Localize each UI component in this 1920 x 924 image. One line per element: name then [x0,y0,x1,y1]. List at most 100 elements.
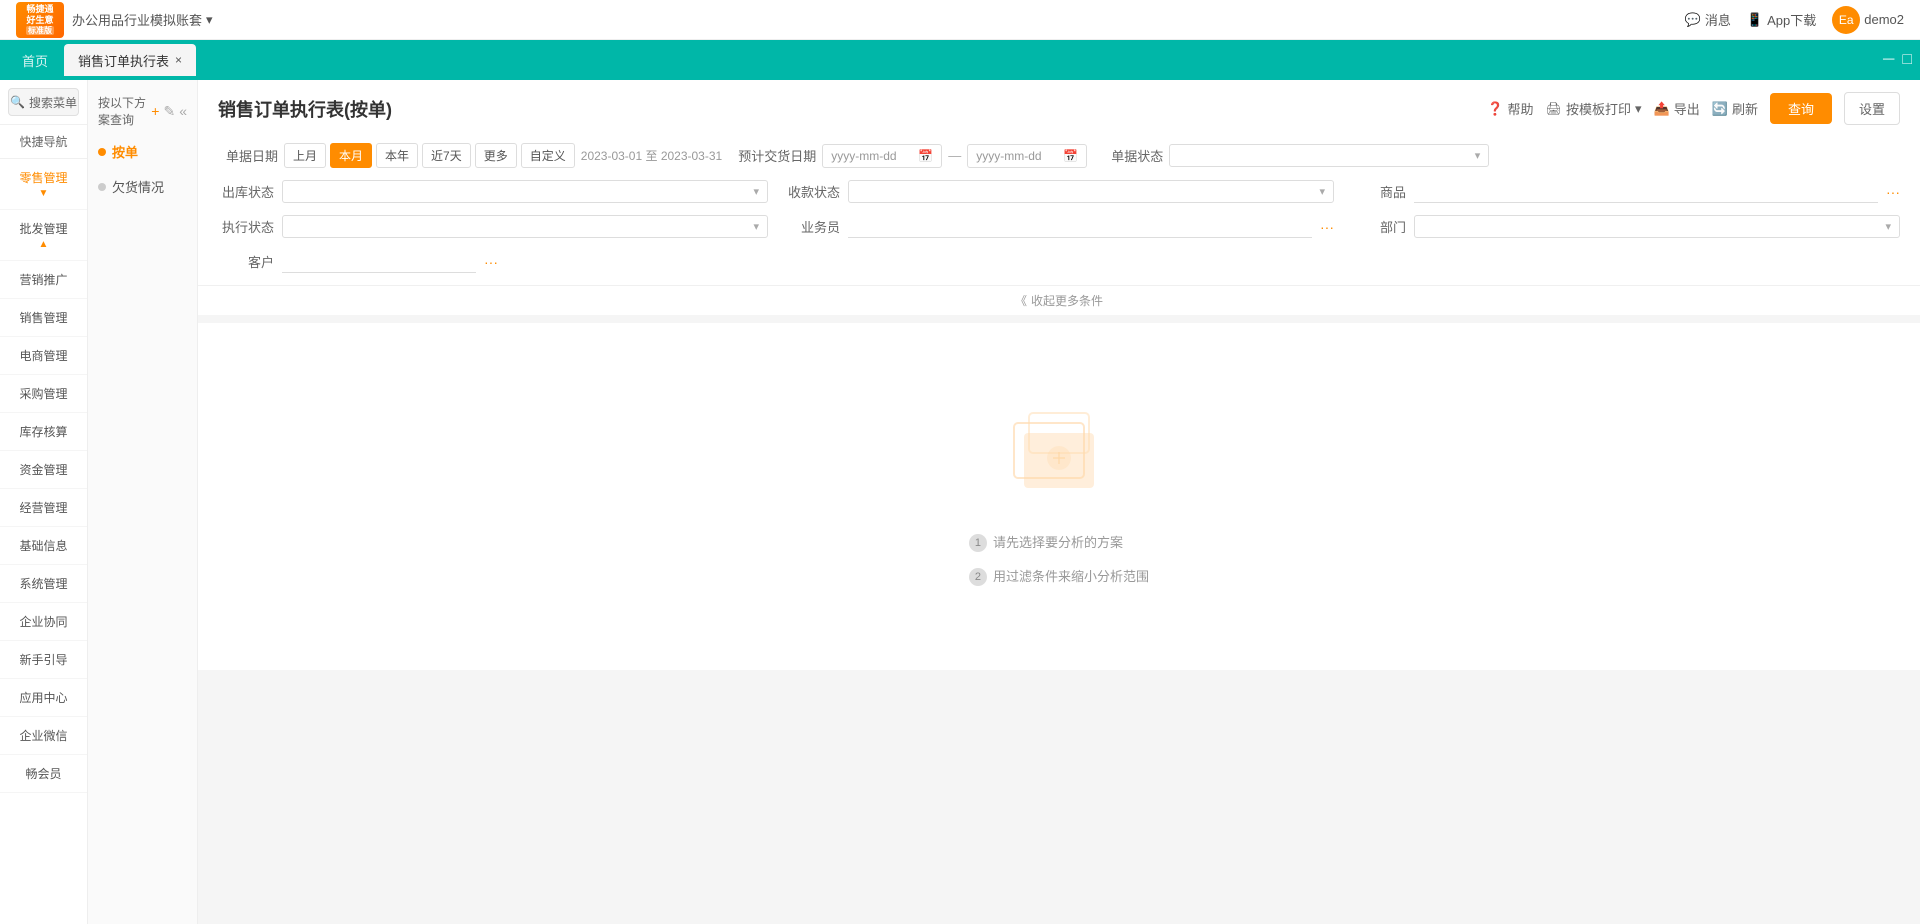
tip1-text: 请先选择要分析的方案 [993,530,1123,556]
sidebar-item-operation[interactable]: 经营管理 [0,489,87,527]
sidebar-label-sales: 销售管理 [19,309,67,326]
tab-minimize-btn[interactable]: ─ [1883,51,1894,69]
expected-date-from[interactable]: yyyy-mm-dd 📅 [822,144,942,168]
sidebar-arrow-wholesale: ▲ [39,239,49,250]
tab-close-btn[interactable]: × [175,53,182,67]
app-download-action[interactable]: 📱 App下载 [1747,10,1816,29]
sidebar-search-area: 🔍 搜索菜单 [0,80,87,125]
date-range-text: 2023-03-01 至 2023-03-31 [581,147,722,164]
status-label: 单据状态 [1103,146,1163,165]
sub-sidebar-header: 按以下方案查询 + ✎ « [88,88,197,134]
user-menu[interactable]: Ea demo2 [1832,6,1904,34]
sidebar-quick-nav[interactable]: 快捷导航 [0,125,87,159]
status-select[interactable]: ▾ [1169,144,1489,167]
sidebar-item-wholesale[interactable]: 批发管理 ▲ [0,210,87,261]
collapse-bar[interactable]: 《 收起更多条件 [198,285,1920,315]
sidebar-label-retail: 零售管理 [19,169,67,186]
collapse-label: 收起更多条件 [1031,292,1103,309]
tab-sales-order-label: 销售订单执行表 [78,51,169,70]
page-title: 销售订单执行表(按单) [218,96,392,122]
tab-bar: 首页 销售订单执行表 × ─ □ [0,40,1920,80]
sidebar-label-finance: 资金管理 [19,461,67,478]
date-btn-this-year[interactable]: 本年 [376,143,418,168]
receipt-status-select[interactable]: ▾ [848,180,1334,203]
sidebar-item-ecommerce[interactable]: 电商管理 [0,337,87,375]
salesperson-more-btn[interactable]: ··· [1320,219,1334,235]
goods-more-btn[interactable]: ··· [1886,184,1900,200]
sidebar-label-operation: 经营管理 [19,499,67,516]
delivery-status-select[interactable]: ▾ [282,180,768,203]
message-action[interactable]: 💬 消息 [1685,10,1731,29]
sidebar-search-label: 搜索菜单 [29,94,77,111]
template-print-btn[interactable]: 🖨 按模板打印 ▾ [1546,99,1642,118]
export-btn[interactable]: 📤 导出 [1654,99,1700,118]
header-right: 💬 消息 📱 App下载 Ea demo2 [1685,6,1904,34]
sidebar-label-wechat: 企业微信 [19,727,67,744]
exec-status-label: 执行状态 [218,217,274,236]
date-btn-this-month[interactable]: 本月 [330,143,372,168]
date-btn-more[interactable]: 更多 [475,143,517,168]
tab-home[interactable]: 首页 [8,44,62,76]
help-label: 帮助 [1507,99,1533,118]
exec-status-select[interactable]: ▾ [282,215,768,238]
sidebar-item-system[interactable]: 系统管理 [0,565,87,603]
date-btn-group: 上月 本月 本年 近7天 更多 自定义 [284,143,575,168]
sub-sidebar-item-debt[interactable]: 欠货情况 [88,169,197,204]
sidebar-item-inventory[interactable]: 库存核算 [0,413,87,451]
sidebar-search-btn[interactable]: 🔍 搜索菜单 [8,88,79,116]
receipt-chevron-icon: ▾ [1319,185,1325,198]
sidebar-item-enterprise[interactable]: 企业协同 [0,603,87,641]
calendar-icon-from: 📅 [918,149,933,163]
expected-date-to[interactable]: yyyy-mm-dd 📅 [967,144,1087,168]
date-btn-7days[interactable]: 近7天 [422,143,471,168]
settings-btn[interactable]: 设置 [1844,92,1900,125]
date-dash: — [948,148,961,163]
sidebar-item-marketing[interactable]: 营销推广 [0,261,87,299]
sidebar-label-enterprise: 企业协同 [19,613,67,630]
date-label: 单据日期 [218,146,278,165]
sub-sidebar-add-btn[interactable]: + [151,103,159,120]
message-icon: 💬 [1685,12,1701,28]
sub-sidebar-label-anpressed: 按单 [112,142,138,161]
sidebar-item-appstore[interactable]: 应用中心 [0,679,87,717]
collapse-icon: 《 [1015,292,1027,309]
date-btn-last-month[interactable]: 上月 [284,143,326,168]
sidebar-item-basic[interactable]: 基础信息 [0,527,87,565]
app-selector[interactable]: 办公用品行业模拟账套 ▾ [72,10,213,29]
sub-sidebar-item-anpressed[interactable]: 按单 [88,134,197,169]
filter-row-3: 执行状态 ▾ 业务员 ··· 部门 [218,215,1900,238]
tab-sales-order[interactable]: 销售订单执行表 × [64,44,196,76]
sidebar-item-purchase[interactable]: 采购管理 [0,375,87,413]
sidebar-item-retail[interactable]: 零售管理 ▼ [0,159,87,210]
customer-more-btn[interactable]: ··· [484,254,498,270]
help-btn[interactable]: ❓ 帮助 [1487,99,1533,118]
tip2-num: 2 [969,568,987,586]
sub-sidebar-edit-btn[interactable]: ✎ [163,103,175,120]
calendar-icon-to: 📅 [1063,149,1078,163]
sidebar-label-marketing: 营销推广 [19,271,67,288]
sidebar-item-finance[interactable]: 资金管理 [0,451,87,489]
date-btn-custom[interactable]: 自定义 [521,143,575,168]
filter-panel: 销售订单执行表(按单) ❓ 帮助 🖨 按模板打印 ▾ 📤 [198,80,1920,315]
customer-input[interactable] [282,250,476,273]
expected-date-to-placeholder: yyyy-mm-dd [976,149,1041,163]
print-icon: 🖨 [1546,101,1563,117]
refresh-btn[interactable]: 🔄 刷新 [1712,99,1758,118]
tip1-num: 1 [969,534,987,552]
sidebar-item-wechat[interactable]: 企业微信 [0,717,87,755]
sidebar-label-wholesale: 批发管理 [19,220,67,237]
salesperson-input[interactable] [848,215,1312,238]
tab-maximize-btn[interactable]: □ [1902,51,1912,69]
export-icon: 📤 [1654,101,1670,117]
goods-input[interactable] [1414,180,1878,203]
sub-sidebar-collapse-btn[interactable]: « [179,103,187,120]
export-label: 导出 [1674,99,1700,118]
sidebar-item-newbie[interactable]: 新手引导 [0,641,87,679]
dept-select[interactable]: ▾ [1414,215,1900,238]
salesperson-label: 业务员 [784,217,840,236]
sidebar-item-sales[interactable]: 销售管理 [0,299,87,337]
tab-bar-actions: ─ □ [1883,51,1912,69]
sidebar-item-member[interactable]: 畅会员 [0,755,87,793]
goods-label: 商品 [1350,182,1406,201]
query-btn[interactable]: 查询 [1770,93,1832,124]
